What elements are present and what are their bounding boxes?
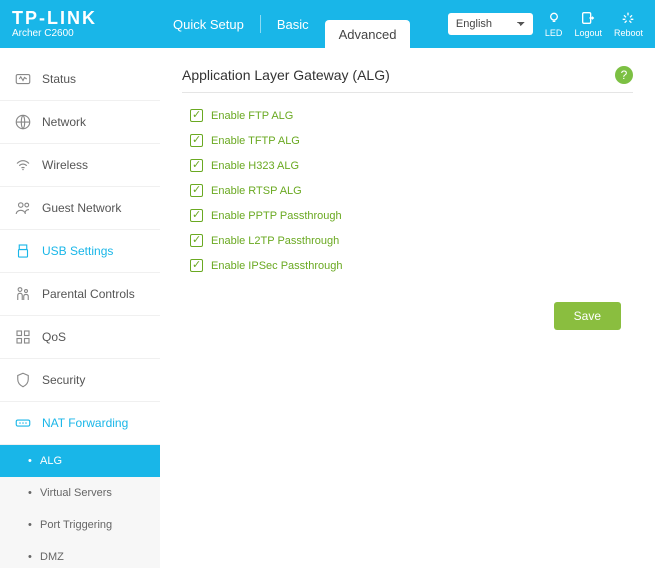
option-label: Enable TFTP ALG	[211, 135, 300, 147]
reboot-icon	[620, 10, 636, 26]
option-tftp[interactable]: Enable TFTP ALG	[190, 134, 633, 147]
page-title-row: Application Layer Gateway (ALG) ?	[182, 66, 633, 93]
option-label: Enable PPTP Passthrough	[211, 210, 342, 222]
help-icon[interactable]: ?	[615, 66, 633, 84]
option-label: Enable FTP ALG	[211, 110, 293, 122]
checkbox-icon	[190, 234, 203, 247]
checkbox-icon	[190, 209, 203, 222]
status-icon	[14, 70, 32, 88]
network-icon	[14, 113, 32, 131]
tab-basic[interactable]: Basic	[261, 0, 325, 48]
sidebar-item-label: NAT Forwarding	[42, 416, 128, 430]
option-l2tp[interactable]: Enable L2TP Passthrough	[190, 234, 633, 247]
sidebar-item-nat-forwarding[interactable]: NAT Forwarding	[0, 402, 160, 445]
header-right: English LED Logout Reboot	[448, 10, 643, 38]
checkbox-icon	[190, 134, 203, 147]
option-ftp[interactable]: Enable FTP ALG	[190, 109, 633, 122]
submenu-nat: ALG Virtual Servers Port Triggering DMZ …	[0, 445, 160, 568]
page-title: Application Layer Gateway (ALG)	[182, 67, 390, 83]
sidebar-item-network[interactable]: Network	[0, 101, 160, 144]
body: Status Network Wireless Guest Network US…	[0, 48, 655, 568]
option-label: Enable L2TP Passthrough	[211, 235, 339, 247]
logout-icon	[580, 10, 596, 26]
brand-logo: TP-LINK	[12, 9, 97, 27]
header: TP-LINK Archer C2600 Quick Setup Basic A…	[0, 0, 655, 48]
nat-icon	[14, 414, 32, 432]
sidebar-item-parental[interactable]: Parental Controls	[0, 273, 160, 316]
sub-item-virtual-servers[interactable]: Virtual Servers	[0, 477, 160, 509]
option-ipsec[interactable]: Enable IPSec Passthrough	[190, 259, 633, 272]
parental-icon	[14, 285, 32, 303]
sidebar-item-wireless[interactable]: Wireless	[0, 144, 160, 187]
top-tabs: Quick Setup Basic Advanced	[157, 0, 410, 48]
sidebar-item-qos[interactable]: QoS	[0, 316, 160, 359]
led-button[interactable]: LED	[545, 10, 563, 38]
wireless-icon	[14, 156, 32, 174]
option-pptp[interactable]: Enable PPTP Passthrough	[190, 209, 633, 222]
led-icon	[546, 10, 562, 26]
sidebar: Status Network Wireless Guest Network US…	[0, 48, 160, 568]
reboot-button[interactable]: Reboot	[614, 10, 643, 38]
option-label: Enable IPSec Passthrough	[211, 260, 342, 272]
sidebar-item-usb-settings[interactable]: USB Settings	[0, 230, 160, 273]
security-icon	[14, 371, 32, 389]
tab-quick-setup[interactable]: Quick Setup	[157, 0, 260, 48]
logout-button[interactable]: Logout	[574, 10, 602, 38]
brand-model: Archer C2600	[12, 27, 97, 40]
option-h323[interactable]: Enable H323 ALG	[190, 159, 633, 172]
sidebar-item-label: Wireless	[42, 158, 88, 172]
sidebar-item-guest-network[interactable]: Guest Network	[0, 187, 160, 230]
sidebar-item-status[interactable]: Status	[0, 58, 160, 101]
sub-item-dmz[interactable]: DMZ	[0, 541, 160, 568]
tab-advanced[interactable]: Advanced	[325, 20, 411, 48]
sub-item-alg[interactable]: ALG	[0, 445, 160, 477]
sidebar-item-label: Guest Network	[42, 201, 121, 215]
option-label: Enable H323 ALG	[211, 160, 299, 172]
sidebar-item-label: Parental Controls	[42, 287, 135, 301]
guest-network-icon	[14, 199, 32, 217]
sidebar-item-label: QoS	[42, 330, 66, 344]
sidebar-item-label: Network	[42, 115, 86, 129]
sidebar-item-label: USB Settings	[42, 244, 113, 258]
sidebar-item-label: Security	[42, 373, 85, 387]
sub-item-port-triggering[interactable]: Port Triggering	[0, 509, 160, 541]
content: Application Layer Gateway (ALG) ? Enable…	[160, 48, 655, 568]
language-select[interactable]: English	[448, 13, 533, 35]
checkbox-icon	[190, 184, 203, 197]
qos-icon	[14, 328, 32, 346]
sidebar-item-security[interactable]: Security	[0, 359, 160, 402]
option-label: Enable RTSP ALG	[211, 185, 302, 197]
save-button[interactable]: Save	[554, 302, 621, 330]
checkbox-icon	[190, 159, 203, 172]
option-rtsp[interactable]: Enable RTSP ALG	[190, 184, 633, 197]
sidebar-item-label: Status	[42, 72, 76, 86]
brand: TP-LINK Archer C2600	[12, 9, 97, 40]
checkbox-icon	[190, 109, 203, 122]
usb-icon	[14, 242, 32, 260]
checkbox-icon	[190, 259, 203, 272]
